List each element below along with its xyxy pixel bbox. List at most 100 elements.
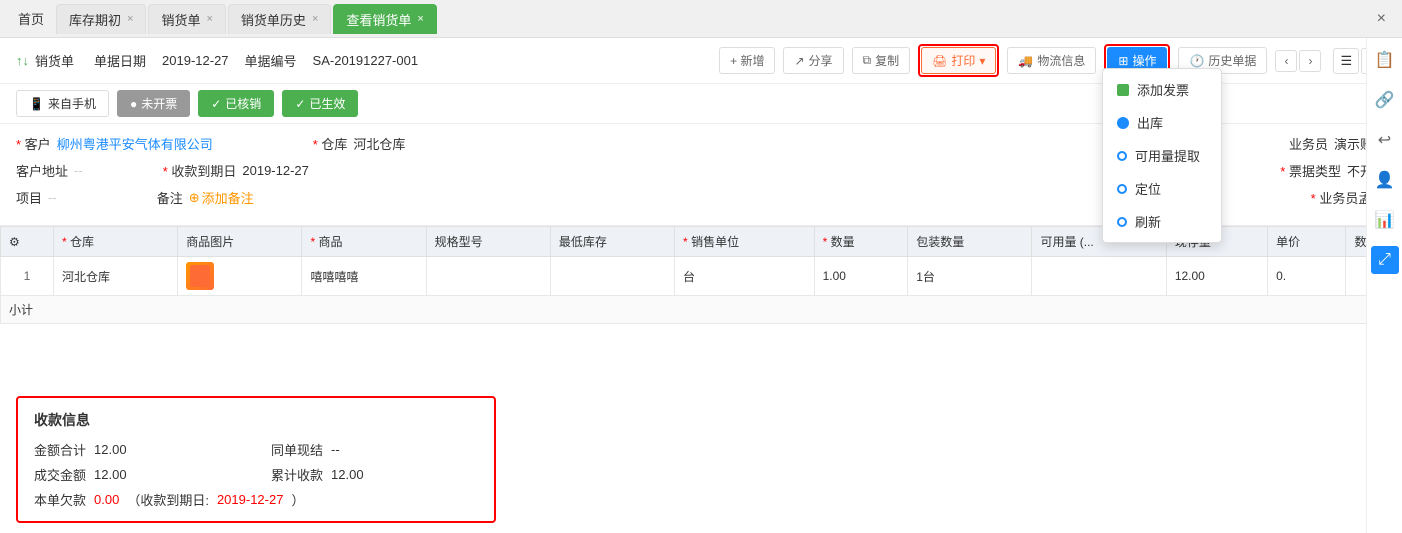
number-label: 单据编号 [245,51,297,70]
ops-icon: ⊞ [1118,54,1128,68]
th-settings[interactable]: ⚙ [1,227,54,257]
circle-icon: ● [130,97,137,111]
locate-label: 定位 [1135,179,1161,198]
row-unit-price: 0. [1268,257,1346,296]
row-sales-unit: 台 [675,257,815,296]
doc-type-icon: ↑↓ [16,53,29,68]
payment-date-field: 收款到期日 2019-12-27 [163,161,309,180]
tab-home[interactable]: 首页 [8,9,54,28]
tab-close-history[interactable]: × [312,14,318,25]
tab-sales-history[interactable]: 销货单历史 × [228,4,331,34]
print-icon: 🖨 [932,54,947,68]
warehouse-label: 仓库 [313,134,348,153]
sidebar-icon-2[interactable]: 🔗 [1371,86,1399,114]
arrears-value: 0.00 [94,492,119,507]
dropdown-outbound[interactable]: 出库 [1103,106,1221,139]
sidebar-icon-5[interactable]: 📊 [1371,206,1399,234]
cumulative-row: 累计收款 12.00 [271,465,478,484]
address-value: -- [74,163,83,178]
deal-amount-value: 12.00 [94,467,127,482]
product-image-inner [190,265,210,287]
doc-actions: + 新增 ↗ 分享 ⧉ 复制 🖨 打印 ▾ 🚚 物流信息 [719,44,1386,77]
available-qty-label: 可用量提取 [1135,146,1200,165]
table-row: 1 河北仓库 嘻嘻嘻嘻 台 1.00 1台 12.00 0. [1,257,1402,296]
phone-icon: 📱 [29,97,44,111]
row-number: 1 [1,257,54,296]
customer-value[interactable]: 柳州粤港平安气体有限公司 [57,134,213,153]
sidebar-icon-3[interactable]: ↩ [1371,126,1399,154]
customer-field: 客户 柳州粤港平安气体有限公司 [16,134,213,153]
tab-bar-close-button[interactable]: × [1369,10,1394,28]
outbound-icon [1117,117,1129,129]
doc-type-label: 销货单 [35,51,74,70]
tab-close-inventory[interactable]: × [127,14,133,25]
add-note-button[interactable]: ⊕ 添加备注 [189,188,254,207]
history-icon: 🕐 [1189,54,1204,68]
same-order-label: 同单现结 [271,440,323,459]
deal-amount-label: 成交金额 [34,465,86,484]
not-open-button[interactable]: ● 未开票 [117,90,190,117]
arrears-row: 本单欠款 0.00 （收款到期日: 2019-12-27 ） [34,490,478,509]
table-area: ⚙ 仓库 商品图片 商品 规格型号 最低库存 销售单位 数量 包装数量 可用量 … [0,226,1402,386]
sidebar-icon-6[interactable]: ⤢ [1371,246,1399,274]
total-amount-value: 12.00 [94,442,127,457]
dropdown-refresh[interactable]: 刷新 [1103,205,1221,238]
logistics-button[interactable]: 🚚 物流信息 [1007,47,1096,74]
th-quantity: 数量 [814,227,908,257]
payment-date-value: 2019-12-27 [242,163,309,178]
right-sidebar: 📋 🔗 ↩ 👤 📊 ⤢ [1366,38,1402,533]
dropdown-add-invoice[interactable]: 添加发票 [1103,73,1221,106]
dropdown-locate[interactable]: 定位 [1103,172,1221,205]
subtotal-label: 小计 [1,296,1402,324]
add-invoice-label: 添加发票 [1137,80,1189,99]
staff2-label: 业务员孟 [1311,188,1372,207]
row-quantity: 1.00 [814,257,908,296]
th-unit-price: 单价 [1268,227,1346,257]
refresh-icon [1117,217,1127,227]
project-value: -- [48,190,57,205]
from-phone-button[interactable]: 📱 来自手机 [16,90,109,117]
share-button[interactable]: ↗ 分享 [783,47,843,74]
product-image [186,262,214,290]
tab-label: 销货单历史 [241,10,306,29]
arrears-date: 2019-12-27 [217,492,284,507]
address-label: 客户地址 [16,161,68,180]
add-invoice-icon [1117,84,1129,96]
new-button[interactable]: + 新增 [719,47,775,74]
th-product-img: 商品图片 [178,227,302,257]
same-order-row: 同单现结 -- [271,440,478,459]
effective-button[interactable]: ✓ 已生效 [282,90,358,117]
receipt-info-box: 收款信息 金额合计 12.00 同单现结 -- 成交金额 12.00 累计收款 … [16,396,496,523]
confirmed-button[interactable]: ✓ 已核销 [198,90,274,117]
row-min-stock [550,257,674,296]
total-amount-row: 金额合计 12.00 [34,440,241,459]
tab-view-sales[interactable]: 查看销货单 × [333,4,436,34]
th-min-stock: 最低库存 [550,227,674,257]
tab-close-view[interactable]: × [417,14,423,25]
row-pack-qty: 1台 [908,257,1032,296]
total-amount-label: 金额合计 [34,440,86,459]
print-button[interactable]: 🖨 打印 ▾ [921,47,996,74]
tab-inventory-init[interactable]: 库存期初 × [56,4,146,34]
cumulative-value: 12.00 [331,467,364,482]
sidebar-icon-1[interactable]: 📋 [1371,46,1399,74]
receipt-info-grid: 金额合计 12.00 同单现结 -- 成交金额 12.00 累计收款 12.00… [34,440,478,509]
logistics-icon: 🚚 [1018,54,1033,68]
prev-arrow[interactable]: ‹ [1275,50,1297,72]
warehouse-field: 仓库 河北仓库 [313,134,406,153]
tab-close-sales[interactable]: × [206,14,212,25]
staff-label: 业务员 [1289,134,1328,153]
doc-title-group: ↑↓ 销货单 [16,51,74,70]
date-label: 单据日期 [94,51,146,70]
next-arrow[interactable]: › [1299,50,1321,72]
date-value: 2019-12-27 [162,53,229,68]
available-qty-icon [1117,151,1127,161]
dropdown-available-qty[interactable]: 可用量提取 [1103,139,1221,172]
locate-icon [1117,184,1127,194]
tab-sales-order[interactable]: 销货单 × [148,4,225,34]
doc-meta: 单据日期 2019-12-27 单据编号 SA-20191227-001 [94,51,418,70]
list-view-button[interactable]: ☰ [1333,48,1359,74]
copy-button[interactable]: ⧉ 复制 [852,47,911,74]
th-product: 商品 [302,227,426,257]
sidebar-icon-4[interactable]: 👤 [1371,166,1399,194]
